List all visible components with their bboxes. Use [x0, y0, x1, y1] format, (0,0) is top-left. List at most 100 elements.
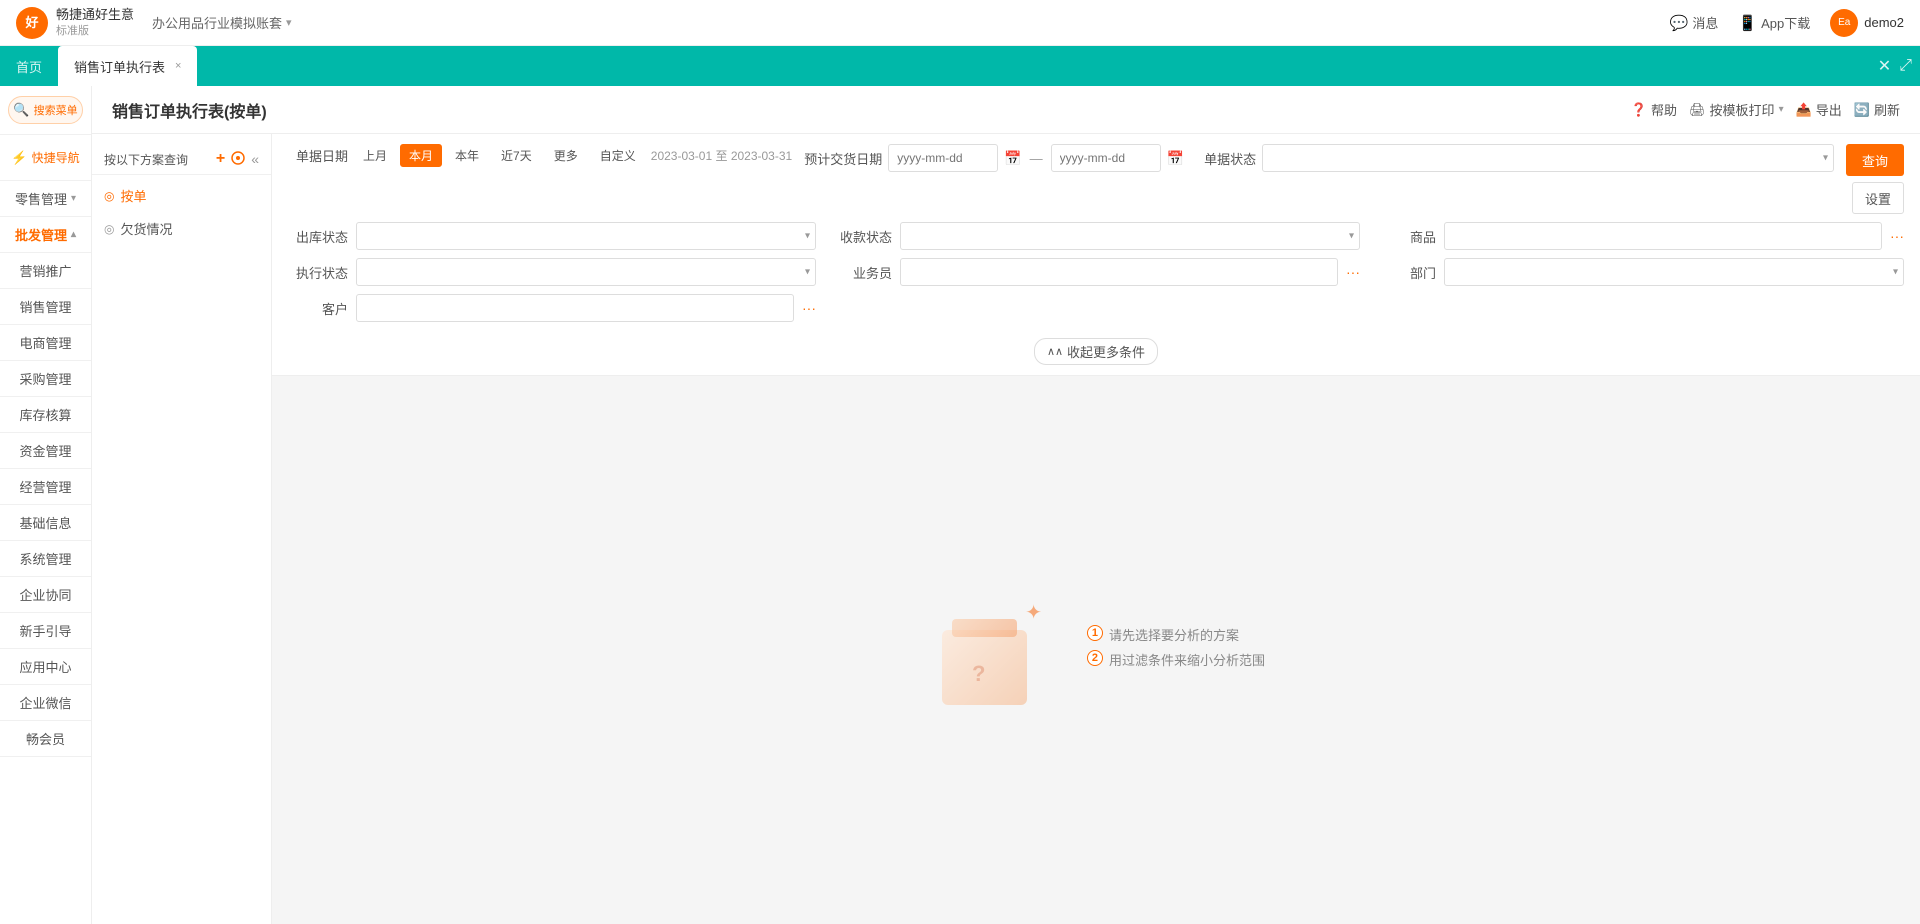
exec-status-select[interactable] [356, 258, 816, 286]
predict-date-end-input[interactable] [1051, 144, 1161, 172]
sidebar-item-inventory[interactable]: 库存核算 [0, 397, 91, 432]
add-scheme-button[interactable]: + [216, 150, 225, 168]
sidebar-item-wechat[interactable]: 企业微信 [0, 685, 91, 720]
sidebar-finance-section: 资金管理 [0, 433, 91, 469]
date-tab-custom[interactable]: 自定义 [591, 144, 645, 167]
tab-sales-order[interactable]: 销售订单执行表 × [58, 46, 197, 86]
breadcrumb[interactable]: 办公用品行业模拟账套 ▾ [152, 13, 292, 32]
print-icon: 🖨 [1689, 102, 1706, 118]
sidebar-item-basicinfo[interactable]: 基础信息 [0, 505, 91, 540]
sidebar-item-system[interactable]: 系统管理 [0, 541, 91, 576]
sidebar-basicinfo-section: 基础信息 [0, 505, 91, 541]
help-button[interactable]: ❓ 帮助 [1631, 100, 1677, 119]
sidebar-item-operation[interactable]: 经营管理 [0, 469, 91, 504]
out-status-wrapper: ▾ [356, 222, 816, 250]
date-tab-this-month[interactable]: 本月 [400, 144, 442, 167]
search-button[interactable]: 查询 [1846, 144, 1904, 176]
salesperson-field: 业务员 ··· [832, 258, 1360, 286]
sidebar-sales-section: 销售管理 [0, 289, 91, 325]
goods-input[interactable] [1444, 222, 1882, 250]
scheme-item-order[interactable]: ◎ 按单 [92, 179, 271, 212]
sidebar-item-purchase[interactable]: 采购管理 [0, 361, 91, 396]
customer-label: 客户 [288, 299, 348, 318]
window-expand-icon[interactable]: ⤢ [1899, 57, 1912, 75]
date-tab-this-year[interactable]: 本年 [446, 144, 488, 167]
filter-row-3: 执行状态 ▾ 业务员 ··· 部门 [288, 258, 1904, 286]
refresh-button[interactable]: 🔄 刷新 [1854, 100, 1900, 119]
search-menu-button[interactable]: 🔍 搜索菜单 [8, 96, 83, 124]
collect-status-select[interactable] [900, 222, 1360, 250]
scheme-inactive-icon: ◎ [104, 222, 114, 236]
calendar-start-icon[interactable]: 📅 [1004, 150, 1021, 167]
salesperson-input[interactable] [900, 258, 1338, 286]
dept-select[interactable] [1444, 258, 1904, 286]
collapse-panel-button[interactable]: « [251, 151, 259, 167]
message-button[interactable]: 💬 消息 [1670, 13, 1719, 32]
date-tab-7days[interactable]: 近7天 [492, 144, 541, 167]
empty-hint-2: 2 用过滤条件来缩小分析范围 [1087, 650, 1265, 669]
date-tab-more[interactable]: 更多 [545, 144, 587, 167]
hint-num-2: 2 [1087, 650, 1103, 666]
doc-status-select-wrapper: ▾ [1262, 144, 1834, 172]
message-icon: 💬 [1670, 14, 1689, 32]
predict-date-inputs: 📅 — 📅 [888, 144, 1184, 172]
sidebar-item-finance[interactable]: 资金管理 [0, 433, 91, 468]
sidebar-item-wholesale[interactable]: 批发管理 ▴ [0, 217, 91, 252]
setting-button[interactable]: 设置 [1852, 182, 1904, 214]
logo-icon: 好 [16, 7, 48, 39]
scheme-item-shortage[interactable]: ◎ 欠货情况 [92, 212, 271, 245]
empty-filter-col-3 [1376, 294, 1904, 322]
sidebar-retail-section: 零售管理 ▾ [0, 181, 91, 217]
exec-status-label: 执行状态 [288, 263, 348, 282]
tab-home[interactable]: 首页 [0, 46, 58, 86]
predict-date-start-input[interactable] [888, 144, 998, 172]
sidebar-item-ecommerce[interactable]: 电商管理 [0, 325, 91, 360]
sidebar-item-retail[interactable]: 零售管理 ▾ [0, 181, 91, 216]
sidebar-item-collab[interactable]: 企业协同 [0, 577, 91, 612]
empty-filter-col-2 [832, 294, 1360, 322]
sidebar-item-apps[interactable]: 应用中心 [0, 649, 91, 684]
sidebar-marketing-section: 营销推广 [0, 253, 91, 289]
search-icon: 🔍 [13, 102, 29, 118]
sidebar-newuser-section: 新手引导 [0, 613, 91, 649]
empty-question-icon: ? [972, 661, 985, 687]
wholesale-expand-icon: ▴ [71, 229, 76, 240]
calendar-end-icon[interactable]: 📅 [1167, 150, 1184, 167]
salesperson-ellipsis-icon[interactable]: ··· [1346, 264, 1360, 280]
window-close-icon[interactable]: ✕ [1878, 56, 1891, 76]
doc-status-select[interactable] [1262, 144, 1834, 172]
header-left: 好 畅捷通好生意 标准版 办公用品行业模拟账套 ▾ [16, 7, 292, 39]
out-status-select[interactable] [356, 222, 816, 250]
sidebar-item-member[interactable]: 畅会员 [0, 721, 91, 756]
sidebar-wechat-section: 企业微信 [0, 685, 91, 721]
data-area: ✦ ? 1 请先选择要分析的方案 2 用过滤条 [272, 376, 1920, 924]
user-name: demo2 [1864, 15, 1904, 30]
customer-input[interactable] [356, 294, 794, 322]
print-button[interactable]: 🖨 按模板打印 ▾ [1689, 100, 1784, 119]
sidebar-item-sales[interactable]: 销售管理 [0, 289, 91, 324]
quick-nav-icon: ⚡ [11, 150, 27, 166]
sidebar-item-marketing[interactable]: 营销推广 [0, 253, 91, 288]
exec-status-field: 执行状态 ▾ [288, 258, 816, 286]
date-tab-last-month[interactable]: 上月 [354, 144, 396, 167]
quick-nav-button[interactable]: ⚡ 快捷导航 [0, 143, 91, 172]
app-download-button[interactable]: 📱 App下载 [1738, 13, 1810, 32]
edit-scheme-button[interactable] [231, 151, 245, 168]
collapse-button[interactable]: ∧∧ 收起更多条件 [1034, 338, 1158, 365]
goods-ellipsis-icon[interactable]: ··· [1890, 228, 1904, 244]
goods-field: 商品 ··· [1376, 222, 1904, 250]
quick-nav-section: ⚡ 快捷导航 [0, 135, 91, 181]
scheme-header-label: 按以下方案查询 [104, 151, 188, 168]
customer-ellipsis-icon[interactable]: ··· [802, 300, 816, 316]
exec-status-wrapper: ▾ [356, 258, 816, 286]
left-panel-header: 按以下方案查询 + « [92, 144, 271, 175]
sidebar-item-newuser[interactable]: 新手引导 [0, 613, 91, 648]
user-area[interactable]: Ea demo2 [1830, 9, 1904, 37]
export-button[interactable]: 📤 导出 [1796, 100, 1842, 119]
tab-close-icon[interactable]: × [175, 60, 181, 72]
date-range-separator: — [1028, 151, 1045, 166]
svg-text:好: 好 [24, 15, 38, 30]
date-tabs: 上月 本月 本年 近7天 更多 自定义 [354, 144, 645, 167]
date-filter-group: 单据日期 上月 本月 本年 近7天 更多 自定义 2023-03-01 至 20… [288, 144, 792, 167]
empty-illustration: ✦ ? [927, 595, 1047, 705]
